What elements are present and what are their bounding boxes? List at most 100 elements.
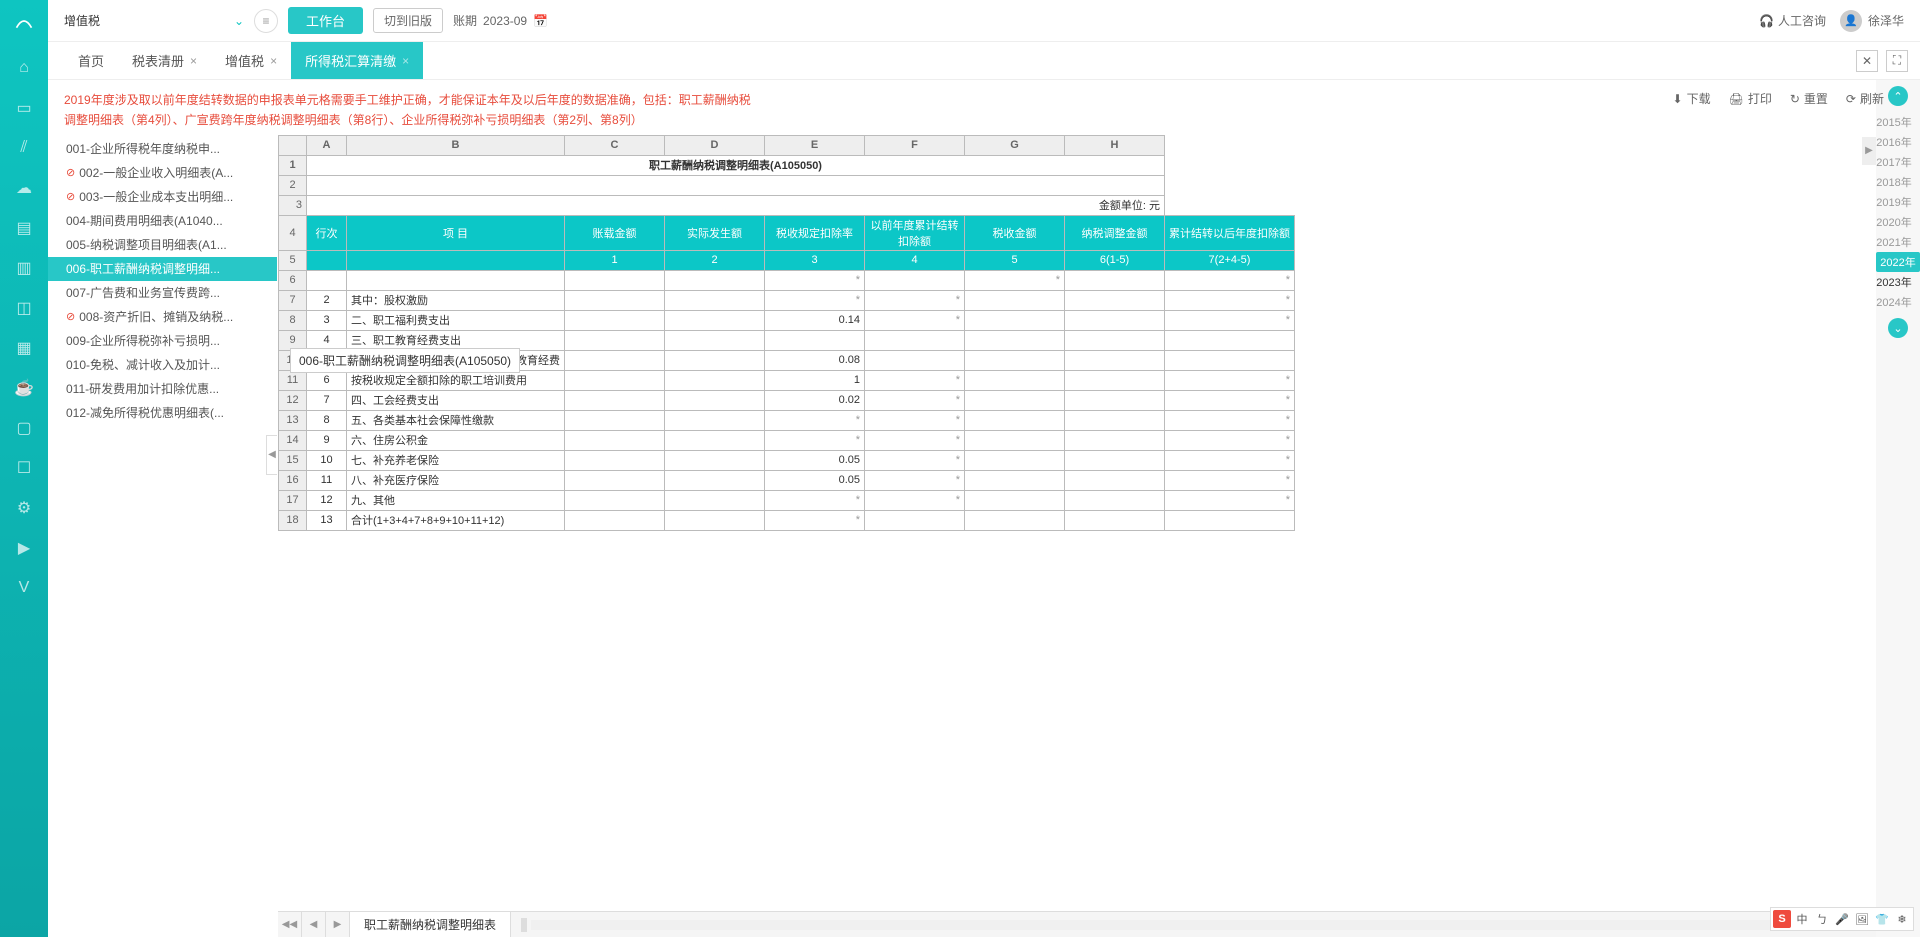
cell[interactable] bbox=[565, 490, 665, 510]
file-item[interactable]: 009-企业所得税弥补亏损明... bbox=[48, 329, 277, 353]
calendar-icon[interactable]: 📅 bbox=[533, 14, 548, 28]
cell[interactable] bbox=[665, 330, 765, 350]
file-item[interactable]: 012-减免所得税优惠明细表(... bbox=[48, 401, 277, 425]
cell[interactable] bbox=[665, 290, 765, 310]
cell[interactable]: * bbox=[1165, 470, 1295, 490]
cell[interactable] bbox=[765, 330, 865, 350]
cell[interactable]: * bbox=[1165, 310, 1295, 330]
year-down-button[interactable]: ⌄ bbox=[1888, 318, 1908, 338]
cell[interactable]: * bbox=[865, 290, 965, 310]
cell[interactable] bbox=[1165, 330, 1295, 350]
cell[interactable]: 0.14 bbox=[765, 310, 865, 330]
file-item[interactable]: 011-研发费用加计扣除优惠... bbox=[48, 377, 277, 401]
cell[interactable] bbox=[1065, 410, 1165, 430]
file-item[interactable]: 007-广告费和业务宣传费跨... bbox=[48, 281, 277, 305]
nav-video-icon[interactable]: ▶ bbox=[0, 532, 48, 564]
cell[interactable]: 0.05 bbox=[765, 450, 865, 470]
col-header[interactable]: F bbox=[865, 135, 965, 155]
help-link[interactable]: 🎧 人工咨询 bbox=[1759, 12, 1826, 29]
cell[interactable]: * bbox=[865, 310, 965, 330]
cell[interactable]: * bbox=[1165, 370, 1295, 390]
sheet-tab[interactable]: 职工薪酬纳税调整明细表 bbox=[350, 912, 511, 937]
cell[interactable] bbox=[565, 410, 665, 430]
cell[interactable] bbox=[665, 490, 765, 510]
nav-v-icon[interactable]: V bbox=[0, 572, 48, 604]
cell[interactable]: * bbox=[1165, 430, 1295, 450]
cell[interactable] bbox=[1065, 350, 1165, 370]
close-all-button[interactable]: ✕ bbox=[1856, 50, 1878, 72]
col-header[interactable]: C bbox=[565, 135, 665, 155]
year-item[interactable]: 2019年 bbox=[1876, 192, 1919, 212]
nav-grid-icon[interactable]: ◫ bbox=[0, 292, 48, 324]
cell[interactable] bbox=[665, 410, 765, 430]
sheet-expand-handle[interactable]: ▶ bbox=[1862, 137, 1876, 165]
year-up-button[interactable]: ⌃ bbox=[1888, 86, 1908, 106]
cell[interactable] bbox=[665, 390, 765, 410]
cell[interactable] bbox=[965, 490, 1065, 510]
year-item[interactable]: 2020年 bbox=[1876, 212, 1919, 232]
file-item[interactable]: 001-企业所得税年度纳税申... bbox=[48, 137, 277, 161]
cell[interactable] bbox=[1065, 450, 1165, 470]
year-item[interactable]: 2022年 bbox=[1876, 252, 1919, 272]
cell[interactable]: * bbox=[865, 370, 965, 390]
nav-book-icon[interactable]: ▥ bbox=[0, 252, 48, 284]
cell[interactable] bbox=[965, 290, 1065, 310]
ime-item[interactable]: 🎤 bbox=[1833, 910, 1851, 928]
cell[interactable] bbox=[665, 450, 765, 470]
cell[interactable] bbox=[565, 450, 665, 470]
sheet-nav-prev[interactable]: ◀ bbox=[302, 912, 326, 937]
nav-settings-icon[interactable]: ⚙ bbox=[0, 492, 48, 524]
col-header[interactable]: H bbox=[1065, 135, 1165, 155]
cell[interactable]: * bbox=[765, 510, 865, 530]
period-value[interactable]: 2023-09 bbox=[483, 14, 527, 28]
cell[interactable]: * bbox=[1165, 450, 1295, 470]
file-item[interactable]: 004-期间费用明细表(A1040... bbox=[48, 209, 277, 233]
ime-logo-icon[interactable]: S bbox=[1773, 910, 1791, 928]
file-item[interactable]: 010-免税、减计收入及加计... bbox=[48, 353, 277, 377]
expand-button[interactable]: ⛶ bbox=[1886, 50, 1908, 72]
cell[interactable] bbox=[965, 470, 1065, 490]
cell[interactable]: * bbox=[865, 410, 965, 430]
cell[interactable] bbox=[665, 470, 765, 490]
year-item[interactable]: 2018年 bbox=[1876, 172, 1919, 192]
col-header[interactable]: A bbox=[307, 135, 347, 155]
cell[interactable] bbox=[565, 430, 665, 450]
ime-item[interactable]: 中 bbox=[1793, 910, 1811, 928]
col-header[interactable]: E bbox=[765, 135, 865, 155]
ime-item[interactable]: 👕 bbox=[1873, 910, 1891, 928]
cell[interactable] bbox=[1065, 310, 1165, 330]
cell[interactable] bbox=[965, 510, 1065, 530]
tab-税表清册[interactable]: 税表清册× bbox=[118, 42, 211, 79]
cell[interactable]: * bbox=[1165, 270, 1295, 290]
cell[interactable] bbox=[665, 430, 765, 450]
cell[interactable] bbox=[665, 350, 765, 370]
cell[interactable]: * bbox=[965, 270, 1065, 290]
year-item[interactable]: 2016年 bbox=[1876, 132, 1919, 152]
cell[interactable] bbox=[665, 310, 765, 330]
ime-item[interactable]: ㄅ bbox=[1813, 910, 1831, 928]
tab-增值税[interactable]: 增值税× bbox=[211, 42, 291, 79]
file-item[interactable]: ⊘008-资产折旧、摊销及纳税... bbox=[48, 305, 277, 329]
cell[interactable] bbox=[865, 270, 965, 290]
year-item[interactable]: 2015年 bbox=[1876, 112, 1919, 132]
cell[interactable]: * bbox=[865, 470, 965, 490]
year-item[interactable]: 2021年 bbox=[1876, 232, 1919, 252]
cell[interactable] bbox=[565, 510, 665, 530]
cell[interactable]: * bbox=[765, 290, 865, 310]
old-version-button[interactable]: 切到旧版 bbox=[373, 8, 443, 33]
cell[interactable] bbox=[865, 330, 965, 350]
cell[interactable]: 0.08 bbox=[765, 350, 865, 370]
file-item[interactable]: ⊘002-一般企业收入明细表(A... bbox=[48, 161, 277, 185]
year-item[interactable]: 2017年 bbox=[1876, 152, 1919, 172]
cell[interactable]: * bbox=[865, 390, 965, 410]
cell[interactable] bbox=[965, 450, 1065, 470]
cell[interactable] bbox=[665, 270, 765, 290]
tab-close-icon[interactable]: × bbox=[402, 54, 409, 68]
cell[interactable] bbox=[965, 350, 1065, 370]
nav-doc-icon[interactable]: ▭ bbox=[0, 92, 48, 124]
year-item[interactable]: 2023年 bbox=[1876, 272, 1919, 292]
cell[interactable] bbox=[565, 350, 665, 370]
cell[interactable] bbox=[965, 370, 1065, 390]
cell[interactable] bbox=[1165, 510, 1295, 530]
user-menu[interactable]: 👤 徐泽华 bbox=[1840, 10, 1904, 32]
